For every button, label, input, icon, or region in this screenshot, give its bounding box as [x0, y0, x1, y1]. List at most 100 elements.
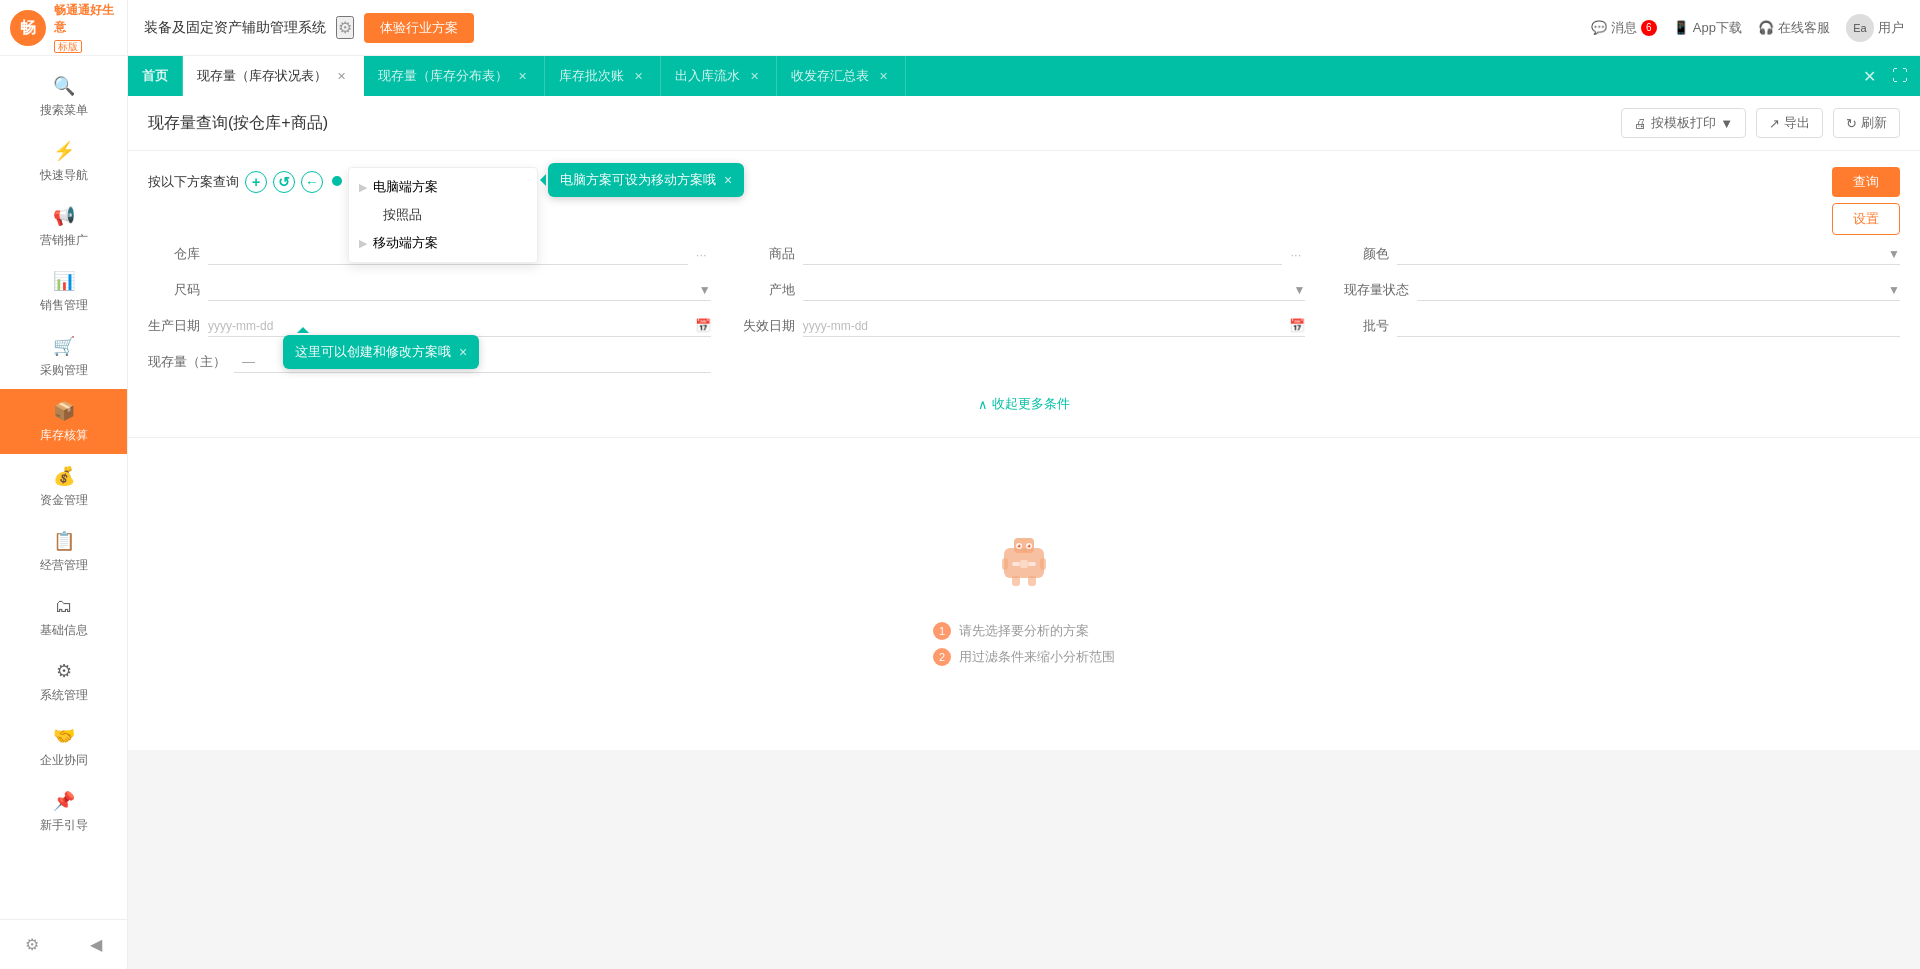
tabbar: 首页 现存量（库存状况表） ✕ 现存量（库存分布表） ✕ 库存批次账 ✕ 出入库… [128, 56, 1920, 96]
close-tab-inventory-dist[interactable]: ✕ [514, 68, 530, 84]
warehouse-dots-button[interactable]: ··· [692, 247, 711, 262]
color-field: 颜色 ▼ [1337, 243, 1900, 265]
close-tab-inventory-status[interactable]: ✕ [333, 68, 349, 84]
expiry-date-field: 失效日期 yyyy-mm-dd 📅 [743, 315, 1306, 337]
tab-inventory-status[interactable]: 现存量（库存状况表） ✕ [183, 56, 364, 96]
back-button[interactable]: ← [301, 171, 323, 193]
dropdown-arrow-icon: ▼ [1720, 116, 1733, 131]
refresh-button[interactable]: ↻ 刷新 [1833, 108, 1900, 138]
user-area[interactable]: Ea 用户 [1846, 14, 1904, 42]
sidebar-item-sales[interactable]: 📊 销售管理 [0, 259, 127, 324]
set-button[interactable]: 设置 [1832, 203, 1900, 235]
settings-icon: ⚙ [52, 659, 76, 683]
close-tab-in-out-flow[interactable]: ✕ [746, 68, 762, 84]
empty-state: 1 请先选择要分析的方案 2 用过滤条件来缩小分析范围 [128, 438, 1920, 750]
settings-footer-button[interactable]: ⚙ [20, 930, 44, 959]
fullscreen-button[interactable]: ⛶ [1888, 63, 1912, 89]
collapse-sidebar-button[interactable]: ◀ [85, 930, 107, 959]
refresh-scheme-button[interactable]: ↺ [273, 171, 295, 193]
collapse-up-icon: ∧ [978, 397, 988, 412]
svg-rect-9 [1028, 562, 1036, 566]
sidebar-item-basic[interactable]: 🗂 基础信息 [0, 584, 127, 649]
sidebar-item-operation[interactable]: 📋 经营管理 [0, 519, 127, 584]
svg-rect-8 [1012, 562, 1020, 566]
edit-tooltip-close-button[interactable]: × [459, 344, 467, 360]
message-button[interactable]: 💬 消息 6 [1591, 19, 1657, 37]
svg-rect-13 [1012, 576, 1020, 586]
sidebar-item-enterprise[interactable]: 🤝 企业协同 [0, 714, 127, 779]
chart-icon: 📊 [52, 269, 76, 293]
desktop-scheme-item[interactable]: ▶ 电脑端方案 [349, 172, 537, 202]
tab-batch-account[interactable]: 库存批次账 ✕ [545, 56, 661, 96]
sidebar-item-purchase[interactable]: 🛒 采购管理 [0, 324, 127, 389]
filter-label: 按以下方案查询 [148, 173, 239, 191]
collapse-button[interactable]: ∧ 收起更多条件 [978, 395, 1070, 413]
settings-button[interactable]: ⚙ [336, 16, 354, 39]
industry-button[interactable]: 体验行业方案 [364, 13, 474, 43]
main-content: 现存量查询(按仓库+商品) 🖨 按模板打印 ▼ ↗ 导出 ↻ 刷新 按以下方案查… [128, 96, 1920, 969]
cart-icon: 🛒 [52, 334, 76, 358]
expiry-date-picker[interactable]: 📅 [1289, 318, 1305, 333]
page-header: 现存量查询(按仓库+商品) 🖨 按模板打印 ▼ ↗ 导出 ↻ 刷新 [128, 96, 1920, 151]
sidebar-footer: ⚙ ◀ [0, 919, 127, 969]
sidebar-item-system[interactable]: ⚙ 系统管理 [0, 649, 127, 714]
close-all-tabs-button[interactable]: ✕ [1859, 63, 1880, 90]
empty-tip-1: 1 请先选择要分析的方案 [933, 618, 1115, 644]
close-tab-batch-account[interactable]: ✕ [630, 68, 646, 84]
tab-inventory-dist[interactable]: 现存量（库存分布表） ✕ [364, 56, 545, 96]
empty-tip-2: 2 用过滤条件来缩小分析范围 [933, 644, 1115, 670]
mobile-scheme-item[interactable]: ▶ 移动端方案 [349, 228, 537, 258]
tab-in-out-flow[interactable]: 出入库流水 ✕ [661, 56, 777, 96]
empty-illustration [984, 518, 1064, 598]
money-icon: 💰 [52, 464, 76, 488]
stock-status-field: 现存量状态 ▼ [1337, 279, 1900, 301]
sidebar-item-guide[interactable]: 📌 新手引导 [0, 779, 127, 844]
svg-text:畅: 畅 [20, 19, 36, 36]
sidebar-item-finance[interactable]: 💰 资金管理 [0, 454, 127, 519]
handshake-icon: 🤝 [52, 724, 76, 748]
pc-scheme-tooltip: 电脑方案可设为移动方案哦 × [548, 163, 744, 197]
tab-receive-send[interactable]: 收发存汇总表 ✕ [777, 56, 906, 96]
sidebar-item-quick[interactable]: ⚡ 快速导航 [0, 129, 127, 194]
topbar: 装备及固定资产辅助管理系统 ⚙ 体验行业方案 💬 消息 6 📱 App下载 🎧 … [128, 0, 1920, 56]
svg-rect-11 [1002, 558, 1008, 570]
topbar-right: 💬 消息 6 📱 App下载 🎧 在线客服 Ea 用户 [1591, 14, 1904, 42]
pin-icon: 📌 [52, 789, 76, 813]
search-icon: 🔍 [52, 74, 76, 98]
clipboard-icon: 📋 [52, 529, 76, 553]
sidebar-item-search[interactable]: 🔍 搜索菜单 [0, 64, 127, 129]
svg-rect-10 [1020, 560, 1028, 568]
export-button[interactable]: ↗ 导出 [1756, 108, 1823, 138]
page-actions: 🖨 按模板打印 ▼ ↗ 导出 ↻ 刷新 [1621, 108, 1900, 138]
app-download-button[interactable]: 📱 App下载 [1673, 19, 1742, 37]
folder-icon: 🗂 [52, 594, 76, 618]
add-scheme-button[interactable]: + [245, 171, 267, 193]
lightning-icon: ⚡ [52, 139, 76, 163]
tab-home[interactable]: 首页 [128, 56, 183, 96]
system-title: 装备及固定资产辅助管理系统 [144, 19, 326, 37]
close-tab-receive-send[interactable]: ✕ [875, 68, 891, 84]
message-icon: 💬 [1591, 20, 1607, 35]
search-button[interactable]: 查询 [1832, 167, 1900, 197]
print-icon: 🖨 [1634, 116, 1647, 131]
sidebar-item-marketing[interactable]: 📢 营销推广 [0, 194, 127, 259]
export-icon: ↗ [1769, 116, 1780, 131]
megaphone-icon: 📢 [52, 204, 76, 228]
scheme-tree: ▶ 电脑端方案 按照品 ▶ 移动端方案 [348, 167, 538, 263]
online-service-button[interactable]: 🎧 在线客服 [1758, 19, 1830, 37]
size-field: 尺码 ▼ [148, 279, 711, 301]
logo-area: 畅 畅通通好生意 标版 [0, 0, 127, 56]
pc-tooltip-close-button[interactable]: × [724, 172, 732, 188]
collapse-row: ∧ 收起更多条件 [148, 387, 1900, 421]
sidebar-item-inventory[interactable]: 📦 库存核算 [0, 389, 127, 454]
box-icon: 📦 [52, 399, 76, 423]
desktop-scheme-sub-item[interactable]: 按照品 [373, 202, 537, 228]
production-date-picker[interactable]: 📅 [695, 318, 711, 333]
logo-text: 畅通通好生意 标版 [54, 2, 117, 54]
print-button[interactable]: 🖨 按模板打印 ▼ [1621, 108, 1746, 138]
message-badge: 6 [1641, 20, 1657, 36]
goods-dots-button[interactable]: ··· [1286, 247, 1305, 262]
production-date-field: 生产日期 yyyy-mm-dd 📅 [148, 315, 711, 337]
refresh-icon: ↻ [1846, 116, 1857, 131]
edit-scheme-tooltip: 这里可以创建和修改方案哦 × [283, 335, 479, 369]
